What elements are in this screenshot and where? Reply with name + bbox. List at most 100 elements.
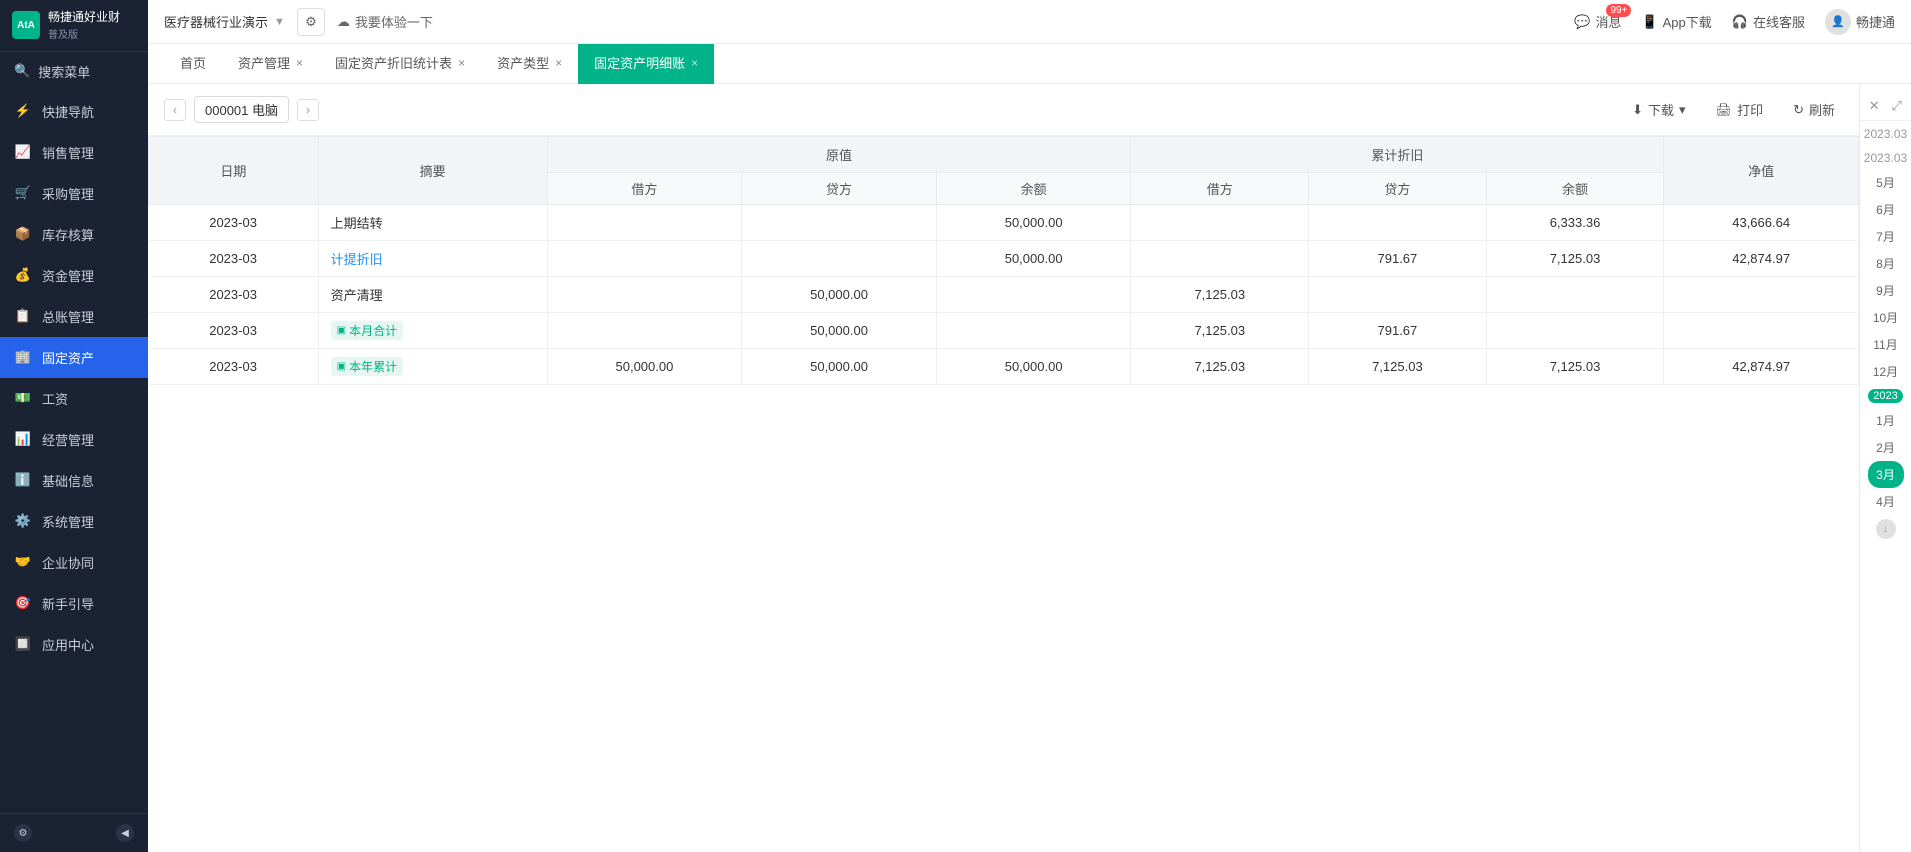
next-asset-button[interactable]: › (297, 99, 319, 121)
table-row: 2023-03 资产清理 50,000.00 7,125.03 (149, 277, 1859, 313)
sidebar-item-search[interactable]: 🔍 搜索菜单 (0, 52, 148, 91)
cell-orig-debit (547, 241, 742, 277)
logo-icon: AtA (12, 11, 40, 39)
print-label: 打印 (1737, 100, 1763, 119)
quick-nav-label: 快捷导航 (42, 102, 94, 121)
close-panel-button[interactable]: ✕ (1866, 96, 1883, 116)
settings-gear-button[interactable]: ⚙ (297, 8, 325, 36)
month-9[interactable]: 9月 (1860, 277, 1911, 304)
cell-dep-debit: 7,125.03 (1131, 277, 1309, 313)
month-2[interactable]: 2月 (1860, 434, 1911, 461)
tab-asset-detail[interactable]: 固定资产明细账 × (578, 44, 714, 84)
sidebar-item-inventory[interactable]: 📦 库存核算 (0, 214, 148, 255)
tab-asset-management[interactable]: 资产管理 × (222, 44, 319, 84)
company-selector[interactable]: 医疗器械行业演示 ▼ (164, 12, 285, 31)
print-icon: 🖨 (1716, 102, 1733, 118)
topbar-right: 💬 消息 99+ 📱 App下载 🎧 在线客服 👤 畅捷通 (1574, 9, 1895, 35)
service-button[interactable]: 🎧 在线客服 (1732, 12, 1805, 31)
month-5[interactable]: 5月 (1860, 169, 1911, 196)
cell-net-value (1664, 277, 1859, 313)
month-6[interactable]: 6月 (1860, 196, 1911, 223)
cell-summary[interactable]: 计提折旧 (318, 241, 547, 277)
right-panel-scroll-down[interactable]: ↓ (1876, 519, 1896, 539)
sidebar-item-operations[interactable]: 📊 经营管理 (0, 419, 148, 460)
year-badge: 2023 (1868, 389, 1902, 403)
cell-net-value (1664, 313, 1859, 349)
inventory-label: 库存核算 (42, 225, 94, 244)
tab-asset-type-label: 资产类型 (497, 53, 549, 72)
collab-label: 企业协同 (42, 553, 94, 572)
tab-depreciation-table[interactable]: 固定资产折旧统计表 × (319, 44, 481, 84)
cell-summary: 资产清理 (318, 277, 547, 313)
sidebar-item-app-center[interactable]: 🔲 应用中心 (0, 624, 148, 665)
tab-asset-type[interactable]: 资产类型 × (481, 44, 578, 84)
sidebar-item-fixed-assets[interactable]: 🏢 固定资产 (0, 337, 148, 378)
month-4[interactable]: 4月 (1860, 488, 1911, 515)
settings-button[interactable]: ⚙ (14, 824, 32, 842)
user-profile[interactable]: 👤 畅捷通 (1825, 9, 1895, 35)
expand-panel-button[interactable]: ⤢ (1889, 96, 1906, 116)
sidebar-item-payroll[interactable]: 💵 工资 (0, 378, 148, 419)
month-12[interactable]: 12月 (1860, 358, 1911, 385)
cell-summary: 上期结转 (318, 205, 547, 241)
sidebar-item-quick-nav[interactable]: ⚡ 快捷导航 (0, 91, 148, 132)
table-row: 2023-03 上期结转 50,000.00 6,333.36 43,666.6… (149, 205, 1859, 241)
tabbar: 首页 资产管理 × 固定资产折旧统计表 × 资产类型 × 固定资产明细账 × (148, 44, 1911, 84)
refresh-button[interactable]: ↻ 刷新 (1785, 96, 1843, 123)
sidebar-item-ledger[interactable]: 📋 总账管理 (0, 296, 148, 337)
download-icon: 📱 (1641, 14, 1657, 30)
table-wrapper: 日期 摘要 原值 累计折旧 净值 借方 贷方 余额 借方 贷方 余额 (148, 136, 1859, 852)
sidebar-bottom: ⚙ ◀ (0, 813, 148, 852)
logo-sub: 普及版 (48, 26, 120, 41)
sidebar-item-purchase[interactable]: 🛒 采购管理 (0, 173, 148, 214)
payroll-label: 工资 (42, 389, 68, 408)
guide-icon: 🎯 (14, 594, 32, 612)
messages-button[interactable]: 💬 消息 99+ (1574, 12, 1621, 31)
tab-home[interactable]: 首页 (164, 44, 222, 84)
ledger-label: 总账管理 (42, 307, 94, 326)
collapse-button[interactable]: ◀ (116, 824, 134, 842)
cell-dep-debit: 7,125.03 (1131, 313, 1309, 349)
tab-asset-detail-close[interactable]: × (691, 56, 698, 70)
purchase-icon: 🛒 (14, 184, 32, 202)
month-11[interactable]: 11月 (1860, 331, 1911, 358)
tab-asset-management-close[interactable]: × (296, 56, 303, 70)
cell-orig-credit: 50,000.00 (742, 349, 937, 385)
sidebar-item-sales[interactable]: 📈 销售管理 (0, 132, 148, 173)
app-download-button[interactable]: 📱 App下载 (1641, 12, 1711, 31)
sidebar-logo: AtA 畅捷通好业财 普及版 (0, 0, 148, 52)
main-content: 医疗器械行业演示 ▼ ⚙ ☁ 我要体验一下 💬 消息 99+ 📱 App下载 🎧… (148, 0, 1911, 852)
sidebar-item-collab[interactable]: 🤝 企业协同 (0, 542, 148, 583)
gear-icon: ⚙ (305, 14, 317, 30)
table-row: 2023-03 计提折旧 50,000.00 791.67 7,125.03 4… (149, 241, 1859, 277)
print-button[interactable]: 🖨 打印 (1708, 96, 1772, 123)
ledger-icon: 📋 (14, 307, 32, 325)
month-3-active[interactable]: 3月 (1868, 461, 1904, 488)
tab-depreciation-table-close[interactable]: × (458, 56, 465, 70)
operations-icon: 📊 (14, 430, 32, 448)
cell-orig-credit: 50,000.00 (742, 277, 937, 313)
tab-asset-type-close[interactable]: × (555, 56, 562, 70)
sidebar-item-finance[interactable]: 💰 资金管理 (0, 255, 148, 296)
sidebar-item-basic-info[interactable]: ℹ️ 基础信息 (0, 460, 148, 501)
refresh-icon: ↻ (1793, 102, 1804, 118)
cell-dep-debit (1131, 205, 1309, 241)
page-main: ‹ 000001 电脑 › ⬇ 下载 ▾ 🖨 打印 ↻ 刷新 (148, 84, 1859, 852)
cell-orig-debit (547, 313, 742, 349)
prev-asset-button[interactable]: ‹ (164, 99, 186, 121)
sales-label: 销售管理 (42, 143, 94, 162)
month-10[interactable]: 10月 (1860, 304, 1911, 331)
user-label: 畅捷通 (1856, 12, 1895, 31)
year-label-sub: 2023.03 (1860, 145, 1911, 169)
month-1[interactable]: 1月 (1860, 407, 1911, 434)
company-dropdown-arrow: ▼ (274, 16, 285, 28)
cell-dep-balance (1486, 313, 1664, 349)
sidebar-item-guide[interactable]: 🎯 新手引导 (0, 583, 148, 624)
table-row: 2023-03 ▣本月合计 50,000.00 7,125.03 791.67 (149, 313, 1859, 349)
month-8[interactable]: 8月 (1860, 250, 1911, 277)
experience-button[interactable]: ☁ 我要体验一下 (337, 12, 433, 31)
month-7[interactable]: 7月 (1860, 223, 1911, 250)
sidebar-item-system[interactable]: ⚙️ 系统管理 (0, 501, 148, 542)
download-button[interactable]: ⬇ 下载 ▾ (1624, 96, 1693, 123)
cell-date: 2023-03 (149, 349, 319, 385)
